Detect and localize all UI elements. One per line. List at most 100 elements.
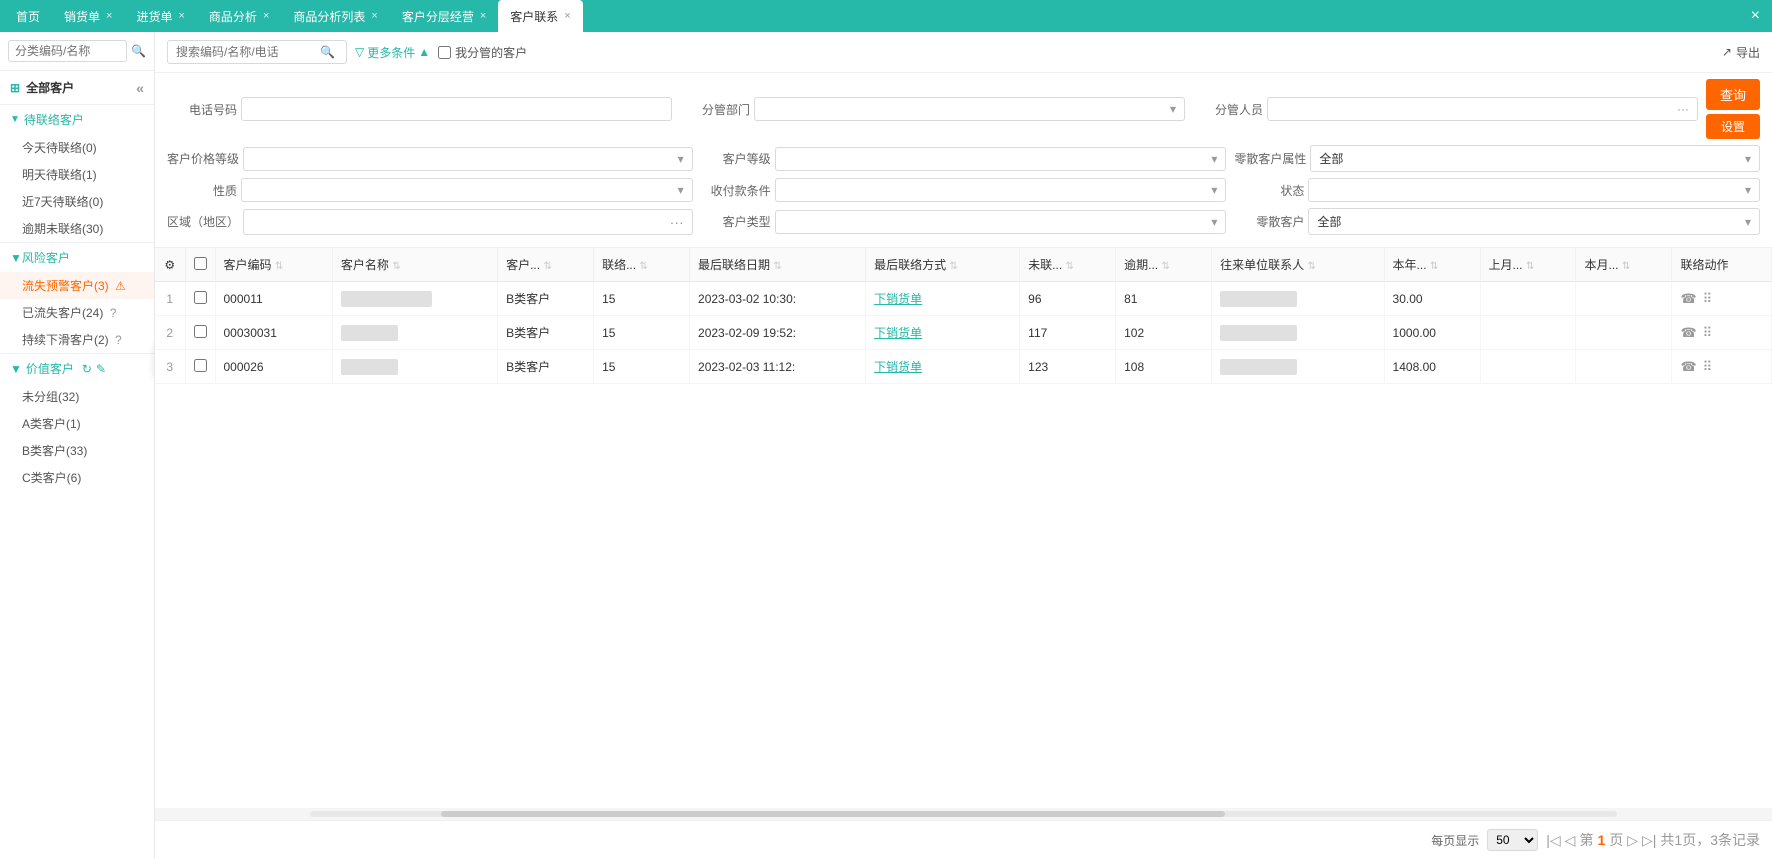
phone-label: 电话号码 <box>167 101 237 118</box>
my-customer-checkbox-area[interactable]: 我分管的客户 <box>438 44 527 61</box>
row-actions: ☎ ⠿ <box>1672 282 1772 316</box>
contact-icon[interactable]: ☎ <box>1680 359 1696 375</box>
tab-purchase-order-label: 进货单 <box>136 8 172 25</box>
row-code: 00030031 <box>215 316 332 350</box>
tab-customer-layer[interactable]: 客户分层经营 × <box>390 0 498 32</box>
tab-product-analysis-close[interactable]: × <box>263 10 269 22</box>
gender-label: 性质 <box>167 182 237 199</box>
sidebar-search-icon[interactable]: 🔍 <box>131 44 146 58</box>
tab-customer-contact-label: 客户联系 <box>510 8 558 25</box>
more-actions-icon[interactable]: ⠿ <box>1703 325 1713 341</box>
tab-sales-order[interactable]: 销货单 × <box>52 0 124 32</box>
th-settings[interactable]: ⚙ <box>155 248 185 282</box>
customer-level-select[interactable]: ▾ <box>775 147 1227 171</box>
phone-input[interactable] <box>241 97 672 121</box>
filter-row-2: 客户价格等级 ▾ 客户等级 ▾ 零散客户属性 全部 <box>167 145 1760 172</box>
tab-product-analysis-list-label: 商品分析列表 <box>293 8 365 25</box>
settings-button[interactable]: 设置 <box>1706 114 1760 139</box>
contact-icon[interactable]: ☎ <box>1680 291 1696 307</box>
arrow-down-icon-2: ▼ <box>10 251 22 265</box>
status-select[interactable]: ▾ <box>1308 178 1760 202</box>
tab-sales-order-close[interactable]: × <box>106 10 112 22</box>
tab-product-analysis-list[interactable]: 商品分析列表 × <box>281 0 389 32</box>
sidebar-item-b-class[interactable]: B类客户(33) <box>0 437 154 464</box>
sidebar-search-input[interactable] <box>8 40 127 62</box>
tab-customer-contact[interactable]: 客户联系 × <box>498 0 582 32</box>
collapse-icon[interactable]: « <box>136 80 144 96</box>
page-last-icon[interactable]: ▷| <box>1642 832 1656 849</box>
select-all-checkbox[interactable] <box>194 257 207 270</box>
sidebar-item-loss-warning[interactable]: 流失预警客户(3) ⚠ <box>0 272 154 299</box>
more-actions-icon[interactable]: ⠿ <box>1703 359 1713 375</box>
dept-select[interactable]: ▾ <box>754 97 1185 121</box>
filter-panel: 电话号码 分管部门 ▾ 分管人员 ··· <box>155 73 1772 248</box>
sidebar-item-a-class[interactable]: A类客户(1) <box>0 410 154 437</box>
main-search-icon[interactable]: 🔍 <box>320 45 335 59</box>
sidebar-item-declining[interactable]: 持续下滑客户(2) ? <box>0 326 154 353</box>
page-first-icon[interactable]: |◁ <box>1546 832 1560 849</box>
horizontal-scrollbar[interactable] <box>155 808 1772 820</box>
edit-icon[interactable]: ✎ <box>96 362 106 376</box>
tab-purchase-order-close[interactable]: × <box>178 10 184 22</box>
row-checkbox[interactable] <box>185 316 215 350</box>
region-select[interactable]: ··· <box>243 209 693 235</box>
tab-product-analysis[interactable]: 商品分析 × <box>197 0 281 32</box>
customer-type-select[interactable]: ▾ <box>775 210 1227 234</box>
page-prev-icon[interactable]: ◁ <box>1565 832 1576 849</box>
filter-zero-attr: 零散客户属性 全部 ▾ <box>1234 145 1760 172</box>
sidebar-item-7days-contact[interactable]: 近7天待联络(0) <box>0 188 154 215</box>
tab-sales-order-label: 销货单 <box>64 8 100 25</box>
row-checkbox[interactable] <box>185 350 215 384</box>
table-area: ⚙ 客户编码 ⇅ 客户名称 ⇅ 客户... ⇅ 联络... ⇅ 最后联络日期 ⇅… <box>155 248 1772 808</box>
main-search-input[interactable] <box>176 45 316 59</box>
sidebar-value-customers-section[interactable]: ▼ 价值客户 ↻ ✎ <box>0 353 154 383</box>
per-page-select[interactable]: 50 100 200 <box>1487 829 1538 851</box>
status-arrow: ▾ <box>1745 183 1751 197</box>
sidebar-item-ungrouped[interactable]: 未分组(32) <box>0 383 154 410</box>
payment-select[interactable]: ▾ <box>775 178 1227 202</box>
loss-risk-label: 风险客户 <box>22 249 70 266</box>
tab-customer-layer-close[interactable]: × <box>480 10 486 22</box>
sidebar-item-already-lost[interactable]: 已流失客户(24) ? <box>0 299 154 326</box>
row-checkbox[interactable] <box>185 282 215 316</box>
page-next-icon[interactable]: ▷ <box>1627 832 1638 849</box>
person-select[interactable]: ··· <box>1267 97 1698 121</box>
zero-attr-select[interactable]: 全部 ▾ <box>1310 145 1760 172</box>
th-checkbox[interactable] <box>185 248 215 282</box>
zero-customer-select[interactable]: 全部 ▾ <box>1308 208 1760 235</box>
more-actions-icon[interactable]: ⠿ <box>1703 291 1713 307</box>
filter-gender: 性质 ▾ <box>167 178 693 202</box>
query-button[interactable]: 查询 <box>1706 79 1760 110</box>
zero-attr-arrow: ▾ <box>1745 152 1751 166</box>
sidebar-item-today-contact[interactable]: 今天待联络(0) <box>0 134 154 161</box>
tab-purchase-order[interactable]: 进货单 × <box>124 0 196 32</box>
sidebar-item-c-class[interactable]: C类客户(6) <box>0 464 154 491</box>
sidebar-pending-contact-section[interactable]: ▼ 待联络客户 <box>0 105 154 134</box>
pagination: |◁ ◁ 第 1 页 ▷ ▷| 共1页，3条记录 <box>1546 830 1760 850</box>
gender-select[interactable]: ▾ <box>241 178 693 202</box>
row-last-method[interactable]: 下销货单 <box>866 282 1020 316</box>
scrollbar-thumb[interactable] <box>441 811 1225 817</box>
price-level-select[interactable]: ▾ <box>243 147 693 171</box>
status-label: 状态 <box>1234 182 1304 199</box>
row-last-method[interactable]: 下销货单 <box>866 316 1020 350</box>
table-row: 1 000011 ██████ B类客户 15 2023-03-02 10:30… <box>155 282 1772 316</box>
sidebar-item-tomorrow-contact[interactable]: 明天待联络(1) <box>0 161 154 188</box>
window-close-button[interactable]: × <box>1743 7 1768 25</box>
tab-customer-contact-close[interactable]: × <box>564 10 570 22</box>
row-last-method[interactable]: 下销货单 <box>866 350 1020 384</box>
export-button[interactable]: ↗ 导出 <box>1722 44 1760 61</box>
tab-home[interactable]: 首页 <box>4 0 52 32</box>
sidebar-item-overdue-contact[interactable]: 逾期未联络(30) <box>0 215 154 242</box>
contact-icon[interactable]: ☎ <box>1680 325 1696 341</box>
arrow-down-icon: ▼ <box>10 114 20 125</box>
sidebar-loss-risk-section[interactable]: ▼ 风险客户 <box>0 242 154 272</box>
current-page: 1 <box>1597 832 1605 848</box>
more-filter-button[interactable]: ▽ 更多条件 ▲ <box>355 44 430 61</box>
refresh-icon[interactable]: ↻ <box>82 362 92 376</box>
tab-product-analysis-list-close[interactable]: × <box>371 10 377 22</box>
my-customer-checkbox[interactable] <box>438 46 451 59</box>
sidebar-all-customers[interactable]: ⊞ 全部客户 « <box>0 71 154 105</box>
export-icon: ↗ <box>1722 45 1732 59</box>
table-footer: 每页显示 50 100 200 |◁ ◁ 第 1 页 ▷ ▷| 共1页，3条记录 <box>155 820 1772 859</box>
